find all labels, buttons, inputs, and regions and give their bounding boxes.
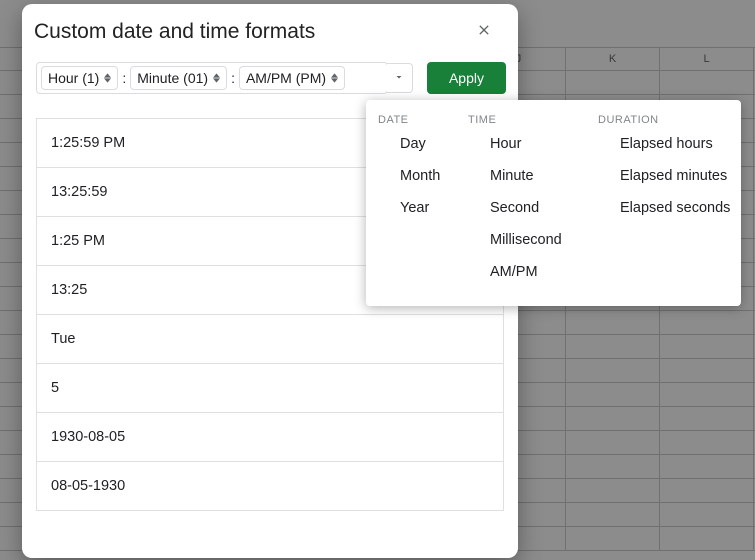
token-ampm[interactable]: AM/PM (PM) <box>239 66 345 90</box>
popover-item[interactable]: Day <box>370 128 452 160</box>
token-separator: : <box>229 70 237 86</box>
dialog-title: Custom date and time formats <box>34 20 470 44</box>
popover-column-duration: DURATION Elapsed hoursElapsed minutesEla… <box>586 110 744 288</box>
popover-item[interactable]: Elapsed seconds <box>590 192 740 224</box>
popover-header: DATE <box>370 110 452 128</box>
format-token-input[interactable]: Hour (1) : Minute (01) : AM/PM (PM) <box>36 62 388 94</box>
format-preset-item[interactable]: 08-05-1930 <box>36 462 504 511</box>
popover-item[interactable]: Year <box>370 192 452 224</box>
token-label: AM/PM (PM) <box>246 70 326 86</box>
popover-item[interactable]: Hour <box>460 128 582 160</box>
token-label: Minute (01) <box>137 70 208 86</box>
format-preset-item[interactable]: Tue <box>36 315 504 364</box>
popover-header: TIME <box>460 110 582 128</box>
popover-item[interactable]: Minute <box>460 160 582 192</box>
format-token-row: Hour (1) : Minute (01) : AM/PM (PM) <box>22 52 518 104</box>
popover-item[interactable]: Millisecond <box>460 224 582 256</box>
close-button[interactable] <box>470 18 498 46</box>
popover-item[interactable]: AM/PM <box>460 256 582 288</box>
popover-item[interactable]: Second <box>460 192 582 224</box>
column-header: K <box>566 48 660 70</box>
apply-button[interactable]: Apply <box>427 62 506 94</box>
token-minute[interactable]: Minute (01) <box>130 66 227 90</box>
popover-item[interactable]: Elapsed hours <box>590 128 740 160</box>
token-label: Hour (1) <box>48 70 99 86</box>
stepper-icon <box>104 73 111 83</box>
column-header: L <box>660 48 754 70</box>
popover-column-date: DATE DayMonthYear <box>366 110 456 288</box>
close-icon <box>476 21 492 44</box>
popover-item[interactable]: Elapsed minutes <box>590 160 740 192</box>
stepper-icon <box>213 73 220 83</box>
chevron-down-icon <box>393 71 405 86</box>
format-preset-item[interactable]: 1930-08-05 <box>36 413 504 462</box>
token-separator: : <box>120 70 128 86</box>
popover-column-time: TIME HourMinuteSecondMillisecondAM/PM <box>456 110 586 288</box>
token-hour[interactable]: Hour (1) <box>41 66 118 90</box>
token-picker-popover: DATE DayMonthYear TIME HourMinuteSecondM… <box>366 100 741 306</box>
popover-item[interactable]: Month <box>370 160 452 192</box>
popover-header: DURATION <box>590 110 740 128</box>
stepper-icon <box>331 73 338 83</box>
format-preset-item[interactable]: 5 <box>36 364 504 413</box>
add-token-dropdown[interactable] <box>387 63 413 93</box>
